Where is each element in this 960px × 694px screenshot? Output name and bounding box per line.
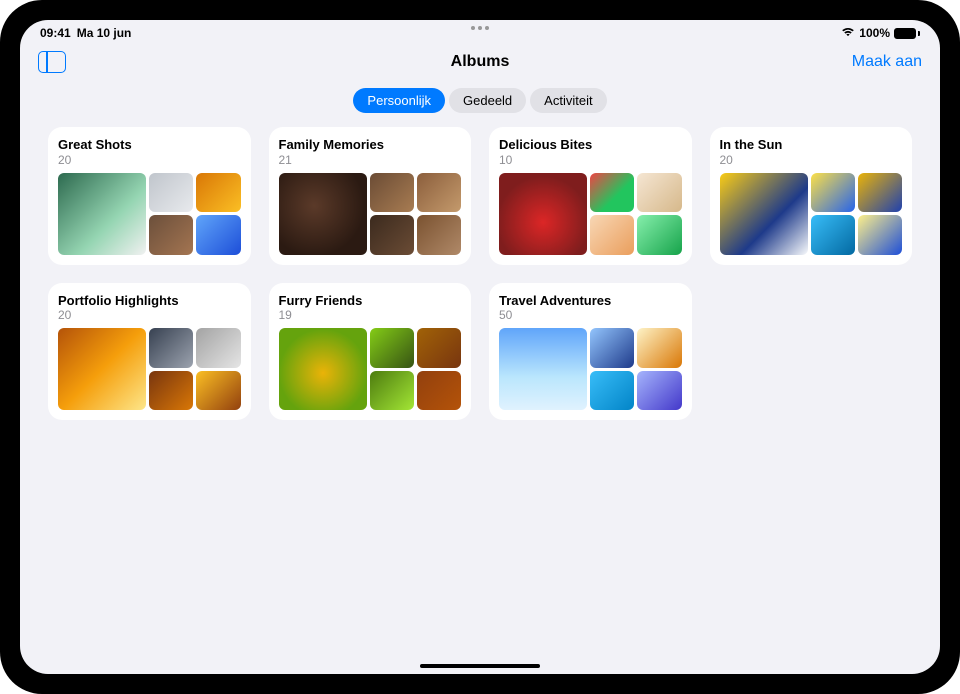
content-area: Great Shots 20 Family Memories 21 xyxy=(20,127,940,674)
thumbnail-image xyxy=(149,371,193,411)
tab-personal[interactable]: Persoonlijk xyxy=(353,88,445,113)
album-card-furry-friends[interactable]: Furry Friends 19 xyxy=(269,283,472,421)
album-title: Delicious Bites xyxy=(499,137,682,153)
album-title: Travel Adventures xyxy=(499,293,682,309)
album-thumbnails xyxy=(499,173,682,255)
thumbnail-image xyxy=(590,371,634,411)
album-grid: Great Shots 20 Family Memories 21 xyxy=(48,127,912,420)
thumbnail-image xyxy=(590,173,634,213)
thumbnail-image xyxy=(149,215,193,255)
thumbnail-image xyxy=(149,328,193,368)
thumbnail-image xyxy=(370,215,414,255)
thumbnail-image xyxy=(858,215,902,255)
thumbnail-image xyxy=(417,371,461,411)
thumbnail-image xyxy=(417,215,461,255)
album-title: Portfolio Highlights xyxy=(58,293,241,309)
thumbnail-image xyxy=(279,328,367,410)
thumbnail-image xyxy=(811,173,855,213)
album-count: 21 xyxy=(279,153,462,167)
album-thumbnails xyxy=(279,173,462,255)
thumbnail-image xyxy=(858,173,902,213)
album-card-in-the-sun[interactable]: In the Sun 20 xyxy=(710,127,913,265)
status-time: 09:41 xyxy=(40,26,71,40)
album-count: 50 xyxy=(499,308,682,322)
screen: 09:41 Ma 10 jun 100% Albums Maak aan Pe xyxy=(20,20,940,674)
album-card-travel-adventures[interactable]: Travel Adventures 50 xyxy=(489,283,692,421)
album-thumbnails xyxy=(58,328,241,410)
segmented-control-row: Persoonlijk Gedeeld Activiteit xyxy=(20,82,940,127)
album-thumbnails xyxy=(720,173,903,255)
page-title: Albums xyxy=(451,53,510,71)
album-count: 20 xyxy=(58,308,241,322)
album-count: 20 xyxy=(58,153,241,167)
nav-bar: Albums Maak aan xyxy=(20,42,940,82)
album-count: 20 xyxy=(720,153,903,167)
thumbnail-image xyxy=(279,173,367,255)
status-date: Ma 10 jun xyxy=(77,26,132,40)
battery-icon xyxy=(894,28,920,39)
album-card-portfolio-highlights[interactable]: Portfolio Highlights 20 xyxy=(48,283,251,421)
segmented-control: Persoonlijk Gedeeld Activiteit xyxy=(353,88,606,113)
album-thumbnails xyxy=(279,328,462,410)
battery-percent: 100% xyxy=(859,26,890,40)
ipad-frame: 09:41 Ma 10 jun 100% Albums Maak aan Pe xyxy=(0,0,960,694)
album-count: 19 xyxy=(279,308,462,322)
album-title: Family Memories xyxy=(279,137,462,153)
album-thumbnails xyxy=(58,173,241,255)
thumbnail-image xyxy=(417,328,461,368)
thumbnail-image xyxy=(196,215,240,255)
thumbnail-image xyxy=(637,173,681,213)
album-title: Furry Friends xyxy=(279,293,462,309)
home-indicator[interactable] xyxy=(420,664,540,668)
thumbnail-image xyxy=(58,328,146,410)
multitask-indicator[interactable] xyxy=(471,26,489,30)
album-thumbnails xyxy=(499,328,682,410)
thumbnail-image xyxy=(499,173,587,255)
thumbnail-image xyxy=(196,371,240,411)
thumbnail-image xyxy=(149,173,193,213)
thumbnail-image xyxy=(637,328,681,368)
thumbnail-image xyxy=(370,173,414,213)
thumbnail-image xyxy=(370,328,414,368)
thumbnail-image xyxy=(196,173,240,213)
album-title: In the Sun xyxy=(720,137,903,153)
thumbnail-image xyxy=(499,328,587,410)
create-button[interactable]: Maak aan xyxy=(852,53,922,71)
tab-activity[interactable]: Activiteit xyxy=(530,88,606,113)
thumbnail-image xyxy=(637,371,681,411)
tab-shared[interactable]: Gedeeld xyxy=(449,88,526,113)
thumbnail-image xyxy=(590,215,634,255)
album-title: Great Shots xyxy=(58,137,241,153)
thumbnail-image xyxy=(417,173,461,213)
thumbnail-image xyxy=(58,173,146,255)
thumbnail-image xyxy=(637,215,681,255)
status-bar: 09:41 Ma 10 jun 100% xyxy=(20,20,940,42)
thumbnail-image xyxy=(196,328,240,368)
thumbnail-image xyxy=(720,173,808,255)
thumbnail-image xyxy=(811,215,855,255)
album-card-delicious-bites[interactable]: Delicious Bites 10 xyxy=(489,127,692,265)
thumbnail-image xyxy=(370,371,414,411)
album-card-great-shots[interactable]: Great Shots 20 xyxy=(48,127,251,265)
wifi-icon xyxy=(841,26,855,40)
thumbnail-image xyxy=(590,328,634,368)
sidebar-toggle-button[interactable] xyxy=(38,51,66,73)
album-count: 10 xyxy=(499,153,682,167)
album-card-family-memories[interactable]: Family Memories 21 xyxy=(269,127,472,265)
